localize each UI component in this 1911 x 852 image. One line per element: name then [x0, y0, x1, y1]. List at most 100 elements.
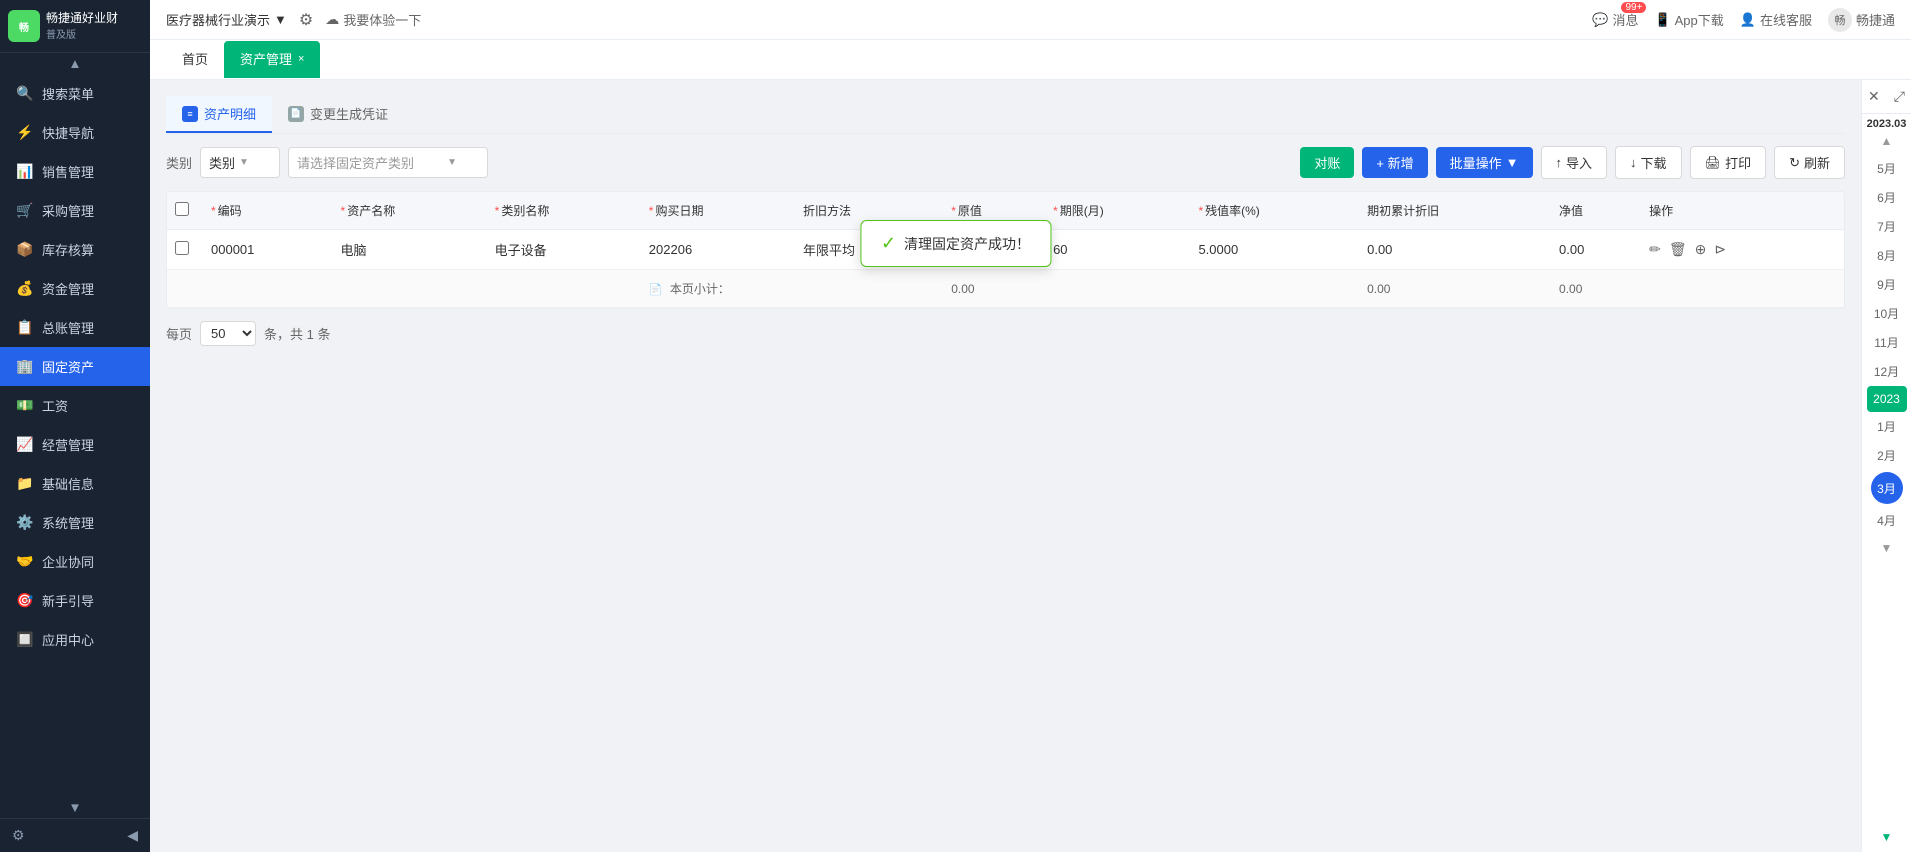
month-4[interactable]: 4月 — [1869, 506, 1905, 535]
ledger-icon: 📋 — [16, 319, 34, 337]
sidebar-scroll-down-button[interactable]: ▼ — [0, 797, 150, 818]
sidebar-item-label: 库存核算 — [42, 240, 94, 259]
td-checkbox — [167, 230, 203, 270]
category-select-arrow: ▼ — [239, 157, 249, 168]
filter-input-placeholder: 请选择固定资产类别 — [297, 153, 447, 172]
sidebar-item-payroll[interactable]: 💵 工资 — [0, 386, 150, 425]
sidebar-item-label: 采购管理 — [42, 201, 94, 220]
month-1[interactable]: 1月 — [1869, 412, 1905, 441]
print-label: 打印 — [1725, 153, 1751, 172]
sidebar-item-apps[interactable]: 🔲 应用中心 — [0, 620, 150, 659]
filter-category-label: 类别 — [166, 153, 192, 172]
edit-icon[interactable]: ✏ — [1649, 241, 1661, 258]
year-2023-button[interactable]: 2023 — [1867, 386, 1907, 412]
row-checkbox[interactable] — [175, 241, 189, 255]
sidebar-item-inventory[interactable]: 📦 库存核算 — [0, 230, 150, 269]
download-button[interactable]: ↓ 下载 — [1615, 146, 1682, 179]
subtotal-empty-2 — [203, 270, 333, 308]
month-9[interactable]: 9月 — [1869, 270, 1905, 299]
sub-tabs: ≡ 资产明细 📄 变更生成凭证 — [166, 96, 1845, 134]
td-category: 电子设备 — [487, 230, 641, 270]
month-7[interactable]: 7月 — [1869, 212, 1905, 241]
collapse-sidebar-icon[interactable]: ◀ — [127, 827, 138, 844]
guide-icon: 🎯 — [16, 592, 34, 610]
month-3-current[interactable]: 3月 — [1871, 472, 1903, 504]
pagination: 每页 50 100 200 条，共 1 条 — [166, 309, 1845, 358]
app-download-icon: 📱 — [1654, 12, 1670, 28]
th-name: *资产名称 — [333, 192, 487, 230]
subtotal-empty-5 — [1045, 270, 1190, 308]
new-button[interactable]: + 新增 — [1362, 147, 1427, 178]
sidebar-item-sales[interactable]: 📊 销售管理 — [0, 152, 150, 191]
sub-tab-asset-detail[interactable]: ≡ 资产明细 — [166, 96, 272, 133]
panel-bottom-icon[interactable]: ▼ — [1881, 830, 1893, 852]
sidebar-nav: 🔍 搜索菜单 ⚡ 快捷导航 📊 销售管理 🛒 采购管理 📦 库存核算 💰 资金管… — [0, 74, 150, 797]
sidebar-item-basics[interactable]: 📁 基础信息 — [0, 464, 150, 503]
batch-ops-button[interactable]: 批量操作 ▼ — [1436, 147, 1533, 178]
sidebar-item-assets[interactable]: 🏢 固定资产 — [0, 347, 150, 386]
asset-detail-tab-icon: ≡ — [182, 106, 198, 122]
sidebar-item-label: 企业协同 — [42, 552, 94, 571]
sidebar-item-collab[interactable]: 🤝 企业协同 — [0, 542, 150, 581]
topbar-settings-icon[interactable]: ⚙ — [299, 10, 313, 30]
panel-scroll-up-icon[interactable]: ▲ — [1879, 132, 1895, 150]
subtotal-empty-1 — [167, 270, 203, 308]
sidebar-item-system[interactable]: ⚙️ 系统管理 — [0, 503, 150, 542]
more-icon[interactable]: ⊳ — [1714, 241, 1726, 258]
panel-month-list: 5月 6月 7月 8月 9月 10月 11月 12月 2023 1月 2月 3月… — [1862, 150, 1911, 539]
th-code: *编码 — [203, 192, 333, 230]
refresh-button[interactable]: ↻ 刷新 — [1774, 146, 1845, 179]
month-12[interactable]: 12月 — [1869, 357, 1905, 386]
settings-footer-icon[interactable]: ⚙ — [12, 827, 25, 844]
select-all-checkbox[interactable] — [175, 202, 189, 216]
print-button[interactable]: 🖨 打印 — [1690, 146, 1767, 179]
sidebar-item-label: 销售管理 — [42, 162, 94, 181]
user-menu[interactable]: 畅 畅捷通 — [1828, 8, 1895, 32]
month-5[interactable]: 5月 — [1869, 154, 1905, 183]
sidebar-item-funds[interactable]: 💰 资金管理 — [0, 269, 150, 308]
month-11[interactable]: 11月 — [1869, 328, 1905, 357]
app-title-group: 畅捷通好业财 普及版 — [46, 11, 118, 42]
month-10[interactable]: 10月 — [1869, 299, 1905, 328]
copy-icon[interactable]: ⊕ — [1695, 241, 1707, 258]
sidebar-item-purchase[interactable]: 🛒 采购管理 — [0, 191, 150, 230]
sidebar-item-guide[interactable]: 🎯 新手引导 — [0, 581, 150, 620]
import-icon: ↑ — [1556, 155, 1563, 170]
quicknav-icon: ⚡ — [16, 124, 34, 142]
category-filter-select[interactable]: 类别 ▼ — [200, 147, 280, 178]
sidebar-item-label: 新手引导 — [42, 591, 94, 610]
filter-group: 类别 类别 ▼ 请选择固定资产类别 ▼ — [166, 147, 488, 178]
month-2[interactable]: 2月 — [1869, 441, 1905, 470]
sidebar-item-quicknav[interactable]: ⚡ 快捷导航 — [0, 113, 150, 152]
tab-home[interactable]: 首页 — [166, 41, 224, 78]
right-panel-close-icon[interactable]: ✕ — [1868, 88, 1880, 105]
page-size-select[interactable]: 50 100 200 — [200, 321, 256, 346]
tab-asset-manage[interactable]: 资产管理 × — [224, 41, 320, 78]
toolbar-right: 对账 + 新增 批量操作 ▼ ↑ 导入 ↓ 下载 🖨 — [1300, 146, 1845, 179]
company-selector[interactable]: 医疗器械行业演示 ▼ — [166, 10, 287, 29]
panel-scroll-down-icon[interactable]: ▼ — [1879, 539, 1895, 557]
month-6[interactable]: 6月 — [1869, 183, 1905, 212]
delete-icon[interactable]: 🗑 — [1669, 241, 1687, 258]
tab-close-icon[interactable]: × — [298, 53, 304, 65]
month-8[interactable]: 8月 — [1869, 241, 1905, 270]
sidebar-scroll-up-button[interactable]: ▲ — [0, 53, 150, 74]
app-download-button[interactable]: 📱 App下载 — [1654, 10, 1723, 29]
category-filter-input[interactable]: 请选择固定资产类别 ▼ — [288, 147, 488, 178]
change-voucher-tab-icon: 📄 — [288, 106, 304, 122]
sidebar-item-search[interactable]: 🔍 搜索菜单 — [0, 74, 150, 113]
sub-tab-asset-detail-label: 资产明细 — [204, 104, 256, 123]
import-button[interactable]: ↑ 导入 — [1541, 146, 1608, 179]
sub-tab-change-voucher[interactable]: 📄 变更生成凭证 — [272, 96, 404, 133]
notifications-button[interactable]: 💬 消息 99+ — [1592, 10, 1638, 29]
sidebar-item-ledger[interactable]: 📋 总账管理 — [0, 308, 150, 347]
sidebar-item-operations[interactable]: 📈 经营管理 — [0, 425, 150, 464]
th-residual-rate: *残值率(%) — [1190, 192, 1359, 230]
th-checkbox — [167, 192, 203, 230]
experience-button[interactable]: ☁ 我要体验一下 — [325, 10, 421, 29]
reconcile-button[interactable]: 对账 — [1300, 147, 1354, 178]
success-toast: ✓ 清理固定资产成功！ — [860, 220, 1051, 267]
td-net-value: 0.00 — [1551, 230, 1641, 270]
online-service-button[interactable]: 👤 在线客服 — [1740, 10, 1812, 29]
right-panel-expand-icon[interactable]: ⤢ — [1894, 88, 1905, 105]
